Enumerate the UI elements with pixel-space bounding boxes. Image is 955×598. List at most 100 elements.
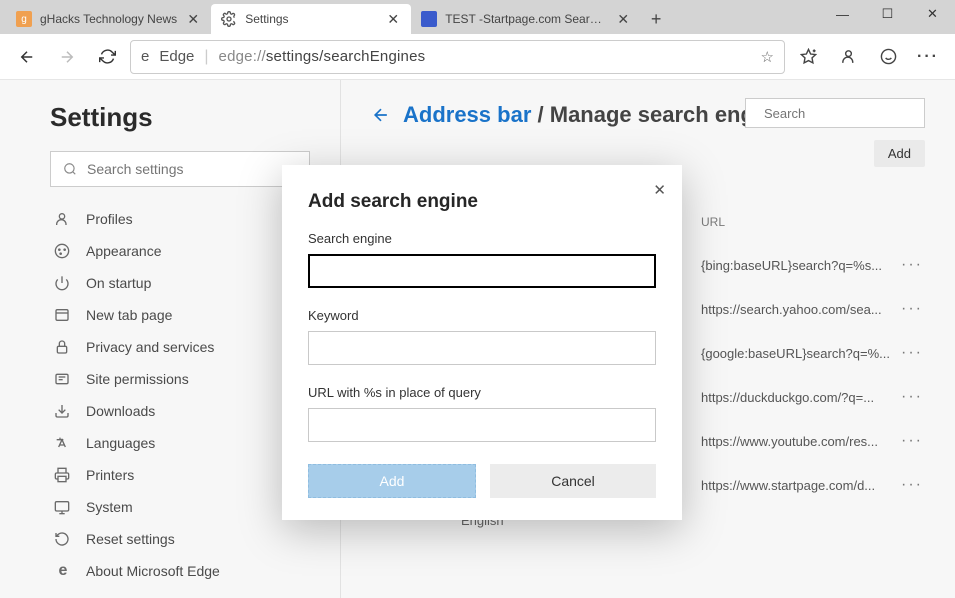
- toolbar: e Edge | edge://settings/searchEngines ☆…: [0, 34, 955, 80]
- tab-label: Settings: [245, 12, 377, 26]
- ghacks-favicon: g: [16, 11, 32, 27]
- settings-search-input[interactable]: [87, 161, 297, 177]
- close-window-button[interactable]: ✕: [910, 0, 955, 28]
- tab-strip: g gHacks Technology News ✕ Settings ✕ TE…: [0, 0, 671, 34]
- engine-url: https://www.youtube.com/res...: [701, 434, 891, 449]
- favorite-icon[interactable]: ☆: [761, 48, 774, 66]
- dialog-add-button[interactable]: Add: [308, 464, 476, 498]
- edge-icon: e: [141, 48, 149, 65]
- refresh-button[interactable]: [90, 40, 124, 74]
- gear-icon: [221, 11, 237, 27]
- feedback-icon[interactable]: [871, 40, 905, 74]
- sidebar-item-label: About Microsoft Edge: [86, 563, 220, 579]
- sidebar-item-profiles[interactable]: Profiles: [50, 203, 310, 235]
- more-icon[interactable]: ···: [901, 300, 923, 318]
- sidebar-item-site-permissions[interactable]: Site permissions: [50, 363, 310, 395]
- more-icon[interactable]: ···: [901, 256, 923, 274]
- palette-icon: [54, 243, 72, 259]
- input-search-engine[interactable]: [308, 254, 656, 288]
- engine-url: https://www.startpage.com/d...: [701, 478, 891, 493]
- label-keyword: Keyword: [308, 308, 656, 323]
- close-icon[interactable]: ✕: [615, 11, 631, 27]
- download-icon: [54, 403, 72, 419]
- edge-label: Edge: [159, 48, 194, 65]
- sidebar-item-label: Privacy and services: [86, 339, 214, 355]
- sidebar-item-privacy-and-services[interactable]: Privacy and services: [50, 331, 310, 363]
- profile-icon[interactable]: [831, 40, 865, 74]
- column-header-url: URL: [701, 215, 925, 229]
- window-controls: — ☐ ✕: [820, 0, 955, 28]
- permissions-icon: [54, 371, 72, 387]
- sidebar-item-label: Reset settings: [86, 531, 175, 547]
- sidebar-item-on-startup[interactable]: On startup: [50, 267, 310, 299]
- tab-label: TEST -Startpage.com Search resu: [445, 12, 607, 26]
- more-icon[interactable]: ···: [901, 344, 923, 362]
- label-url: URL with %s in place of query: [308, 385, 656, 400]
- back-button[interactable]: [10, 40, 44, 74]
- search-icon: [63, 162, 77, 176]
- more-icon[interactable]: ···: [901, 432, 923, 450]
- sidebar-item-new-tab-page[interactable]: New tab page: [50, 299, 310, 331]
- title-bar: g gHacks Technology News ✕ Settings ✕ TE…: [0, 0, 955, 34]
- sidebar-item-about-microsoft-edge[interactable]: e About Microsoft Edge: [50, 555, 310, 587]
- add-engine-dialog: ✕ Add search engine Search engine Keywor…: [282, 165, 682, 520]
- engines-search-input[interactable]: [764, 106, 940, 121]
- reset-icon: [54, 531, 72, 547]
- sidebar-item-label: Profiles: [86, 211, 133, 227]
- url-text: edge://settings/searchEngines: [219, 48, 426, 65]
- separator: |: [204, 48, 208, 66]
- sidebar-item-system[interactable]: System: [50, 491, 310, 523]
- dialog-close-icon[interactable]: ✕: [653, 181, 666, 199]
- maximize-button[interactable]: ☐: [865, 0, 910, 28]
- engine-url: https://search.yahoo.com/sea...: [701, 302, 891, 317]
- breadcrumb: Address bar / Manage search engines: [403, 102, 798, 128]
- add-engine-button[interactable]: Add: [874, 140, 925, 167]
- sidebar-item-label: Printers: [86, 467, 134, 483]
- sidebar-item-downloads[interactable]: Downloads: [50, 395, 310, 427]
- tab-label: gHacks Technology News: [40, 12, 177, 26]
- tab-settings[interactable]: Settings ✕: [211, 4, 411, 34]
- settings-search[interactable]: [50, 151, 310, 187]
- new-tab-button[interactable]: +: [641, 4, 671, 34]
- settings-title: Settings: [50, 102, 310, 133]
- sidebar-item-label: Languages: [86, 435, 155, 451]
- tab-startpage[interactable]: TEST -Startpage.com Search resu ✕: [411, 4, 641, 34]
- favorites-icon[interactable]: [791, 40, 825, 74]
- newtab-icon: [54, 307, 72, 323]
- printer-icon: [54, 467, 72, 483]
- dialog-cancel-button[interactable]: Cancel: [490, 464, 656, 498]
- language-icon: [54, 435, 72, 451]
- breadcrumb-link[interactable]: Address bar: [403, 102, 531, 127]
- label-search-engine: Search engine: [308, 231, 656, 246]
- user-icon: [54, 211, 72, 227]
- system-icon: [54, 499, 72, 515]
- edge-icon: e: [54, 562, 72, 580]
- tab-ghacks[interactable]: g gHacks Technology News ✕: [6, 4, 211, 34]
- engine-url: {bing:baseURL}search?q=%s...: [701, 258, 891, 273]
- sidebar-item-languages[interactable]: Languages: [50, 427, 310, 459]
- lock-icon: [54, 339, 72, 355]
- more-icon[interactable]: ···: [901, 476, 923, 494]
- sidebar-item-label: Site permissions: [86, 371, 189, 387]
- input-url[interactable]: [308, 408, 656, 442]
- close-icon[interactable]: ✕: [385, 11, 401, 27]
- breadcrumb-back-icon[interactable]: [371, 105, 391, 125]
- sidebar-item-label: Downloads: [86, 403, 155, 419]
- engine-url: https://duckduckgo.com/?q=...: [701, 390, 891, 405]
- sidebar-item-label: New tab page: [86, 307, 172, 323]
- close-icon[interactable]: ✕: [185, 11, 201, 27]
- sidebar-item-printers[interactable]: Printers: [50, 459, 310, 491]
- sidebar-item-reset-settings[interactable]: Reset settings: [50, 523, 310, 555]
- more-icon[interactable]: ···: [901, 388, 923, 406]
- engines-search[interactable]: [745, 98, 925, 128]
- more-icon[interactable]: ···: [911, 40, 945, 74]
- address-bar[interactable]: e Edge | edge://settings/searchEngines ☆: [130, 40, 785, 74]
- sidebar-item-label: Appearance: [86, 243, 162, 259]
- sidebar-item-label: System: [86, 499, 133, 515]
- sidebar-item-appearance[interactable]: Appearance: [50, 235, 310, 267]
- input-keyword[interactable]: [308, 331, 656, 365]
- sidebar-item-label: On startup: [86, 275, 151, 291]
- minimize-button[interactable]: —: [820, 0, 865, 28]
- forward-button[interactable]: [50, 40, 84, 74]
- dialog-title: Add search engine: [308, 191, 656, 213]
